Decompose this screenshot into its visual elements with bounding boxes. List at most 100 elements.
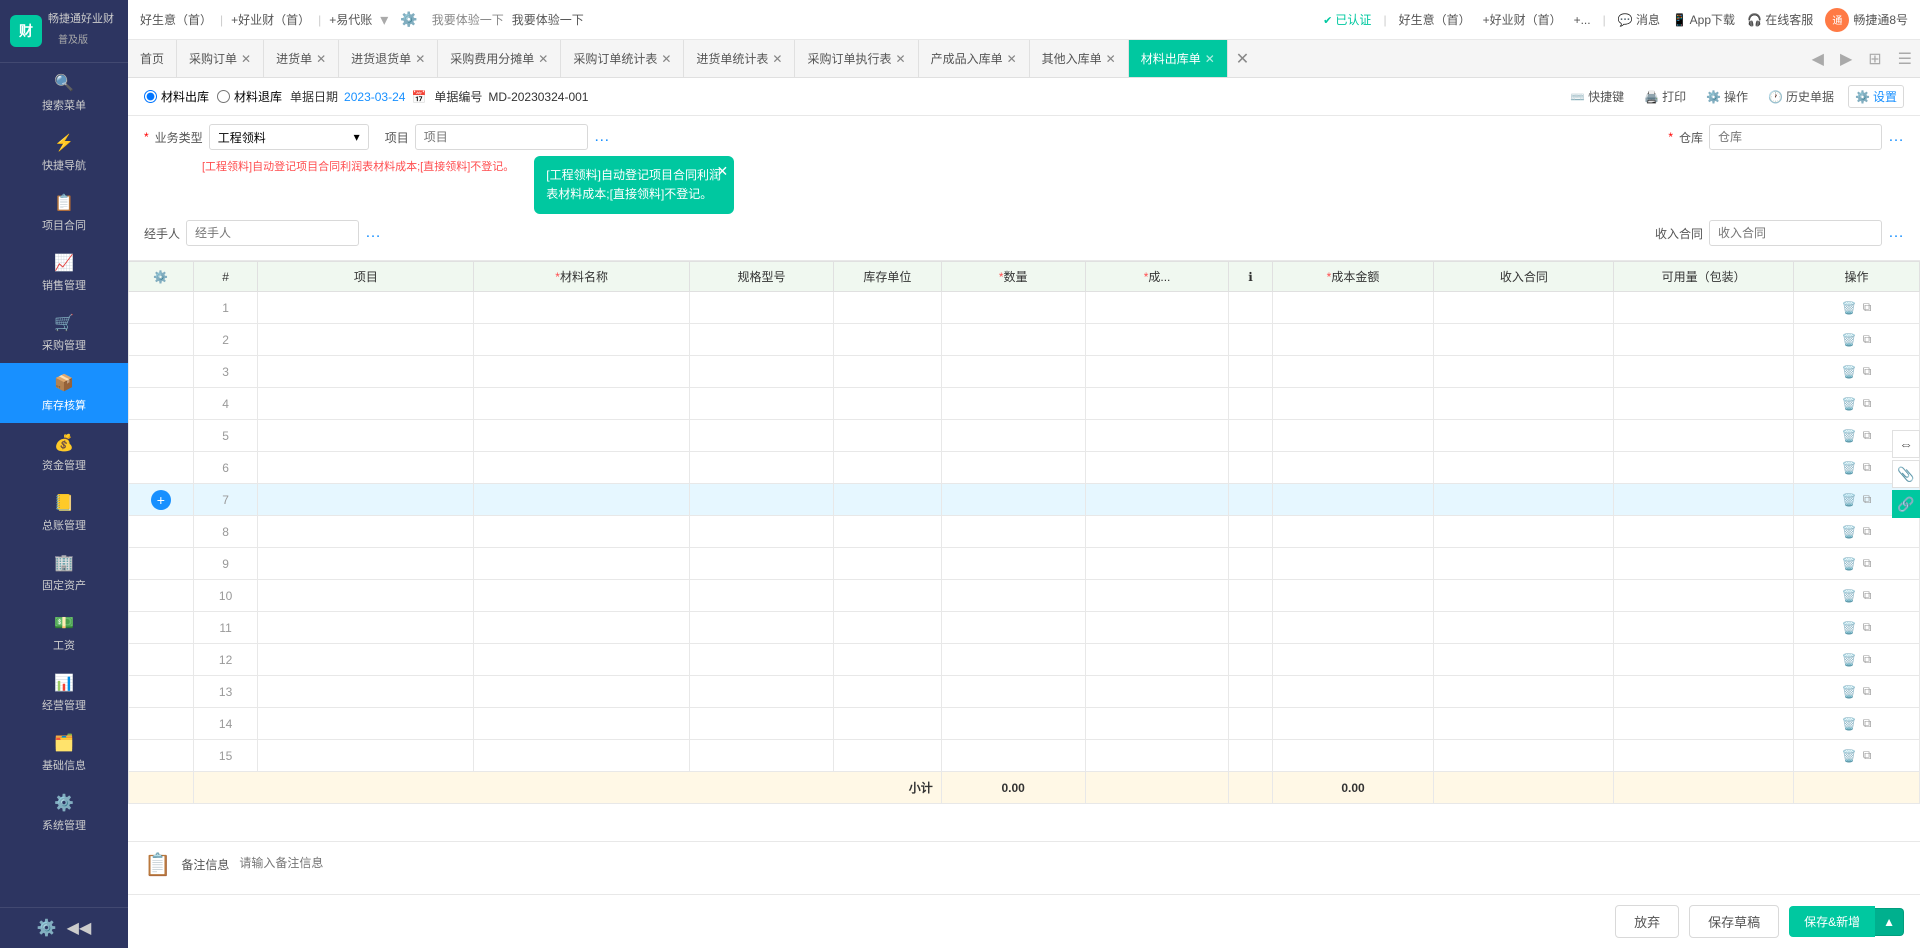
row-cost-cell[interactable] bbox=[1085, 388, 1229, 420]
row-qty-cell[interactable] bbox=[941, 324, 1085, 356]
row-income-cell[interactable] bbox=[1434, 452, 1614, 484]
row-spec-cell[interactable] bbox=[690, 516, 834, 548]
row-income-cell[interactable] bbox=[1434, 292, 1614, 324]
row-material-cell[interactable] bbox=[474, 324, 690, 356]
row-income-cell[interactable] bbox=[1434, 740, 1614, 772]
row-material-cell[interactable] bbox=[474, 516, 690, 548]
row-cost-cell[interactable] bbox=[1085, 292, 1229, 324]
row-qty-cell[interactable] bbox=[941, 612, 1085, 644]
row-unit-cell[interactable] bbox=[833, 324, 941, 356]
agent-input[interactable] bbox=[186, 220, 359, 246]
topbar-home-link[interactable]: 好生意（首） bbox=[1399, 11, 1471, 28]
row-material-cell[interactable] bbox=[474, 644, 690, 676]
row-unit-cell[interactable] bbox=[833, 740, 941, 772]
row-avail-cell[interactable] bbox=[1614, 644, 1794, 676]
row-project-cell[interactable] bbox=[258, 612, 474, 644]
delete-row-icon[interactable]: 🗑️ bbox=[1842, 557, 1857, 571]
row-qty-cell[interactable] bbox=[941, 292, 1085, 324]
sidebar-item-accounting[interactable]: 📒 总账管理 bbox=[0, 483, 128, 543]
row-costamt-cell[interactable] bbox=[1272, 516, 1434, 548]
sidebar-item-payroll[interactable]: 💵 工资 bbox=[0, 603, 128, 663]
copy-row-icon[interactable]: ⧉ bbox=[1863, 524, 1872, 539]
topbar-try-label[interactable]: 我要体验一下 bbox=[512, 11, 584, 28]
row-spec-cell[interactable] bbox=[690, 676, 834, 708]
copy-row-icon[interactable]: ⧉ bbox=[1863, 620, 1872, 635]
biz-type-select[interactable]: 工程领料 ▾ bbox=[209, 124, 369, 150]
sidebar-item-inventory[interactable]: 📦 库存核算 bbox=[0, 363, 128, 423]
row-material-cell[interactable] bbox=[474, 388, 690, 420]
row-unit-cell[interactable] bbox=[833, 708, 941, 740]
online-service-btn[interactable]: 🎧 在线客服 bbox=[1747, 11, 1813, 28]
tab-nav-next[interactable]: ▶ bbox=[1832, 49, 1860, 69]
tab-purchase-exec-close[interactable]: ✕ bbox=[896, 52, 906, 66]
topbar-dropdown-icon[interactable]: ▾ bbox=[380, 10, 388, 30]
row-unit-cell[interactable] bbox=[833, 388, 941, 420]
sidebar-item-basic[interactable]: 🗂️ 基础信息 bbox=[0, 723, 128, 783]
row-costamt-cell[interactable] bbox=[1272, 676, 1434, 708]
row-unit-cell[interactable] bbox=[833, 420, 941, 452]
row-unit-cell[interactable] bbox=[833, 580, 941, 612]
row-unit-cell[interactable] bbox=[833, 516, 941, 548]
row-project-cell[interactable] bbox=[258, 452, 474, 484]
row-costamt-cell[interactable] bbox=[1272, 484, 1434, 516]
row-qty-cell[interactable] bbox=[941, 516, 1085, 548]
copy-row-icon[interactable]: ⧉ bbox=[1863, 684, 1872, 699]
row-qty-cell[interactable] bbox=[941, 452, 1085, 484]
row-qty-cell[interactable] bbox=[941, 388, 1085, 420]
copy-row-icon[interactable]: ⧉ bbox=[1863, 428, 1872, 443]
tab-list-view-icon[interactable]: ☰ bbox=[1890, 49, 1920, 69]
row-spec-cell[interactable] bbox=[690, 356, 834, 388]
operation-btn[interactable]: ⚙️ 操作 bbox=[1700, 86, 1754, 107]
row-spec-cell[interactable] bbox=[690, 292, 834, 324]
row-spec-cell[interactable] bbox=[690, 452, 834, 484]
sidebar-item-assets[interactable]: 🏢 固定资产 bbox=[0, 543, 128, 603]
row-unit-cell[interactable] bbox=[833, 612, 941, 644]
row-cost-cell[interactable] bbox=[1085, 356, 1229, 388]
row-project-input[interactable] bbox=[262, 493, 469, 507]
row-spec-cell[interactable] bbox=[690, 740, 834, 772]
radio-material-out[interactable]: 材料出库 bbox=[144, 88, 209, 105]
row-cost-cell[interactable] bbox=[1085, 740, 1229, 772]
delete-row-icon[interactable]: 🗑️ bbox=[1842, 653, 1857, 667]
delete-row-icon[interactable]: 🗑️ bbox=[1842, 589, 1857, 603]
row-material-cell[interactable] bbox=[474, 420, 690, 452]
row-income-cell[interactable] bbox=[1434, 516, 1614, 548]
save-draft-button[interactable]: 保存草稿 bbox=[1689, 905, 1779, 938]
discard-button[interactable]: 放弃 bbox=[1615, 905, 1679, 938]
topbar-more-link[interactable]: +... bbox=[1574, 13, 1591, 27]
sidebar-collapse-icon[interactable]: ◀◀ bbox=[67, 918, 92, 938]
row-project-cell[interactable] bbox=[258, 484, 474, 516]
tab-purchase-stat[interactable]: 采购订单统计表 ✕ bbox=[561, 40, 684, 78]
row-project-cell[interactable] bbox=[258, 580, 474, 612]
copy-row-icon[interactable]: ⧉ bbox=[1863, 300, 1872, 315]
sidebar-item-finance[interactable]: 💰 资金管理 bbox=[0, 423, 128, 483]
right-btn-clip[interactable]: 📎 bbox=[1892, 460, 1920, 488]
warehouse-input[interactable] bbox=[1709, 124, 1882, 150]
row-spec-cell[interactable] bbox=[690, 420, 834, 452]
row-project-cell[interactable] bbox=[258, 388, 474, 420]
row-project-cell[interactable] bbox=[258, 292, 474, 324]
copy-row-icon[interactable]: ⧉ bbox=[1863, 652, 1872, 667]
row-project-cell[interactable] bbox=[258, 420, 474, 452]
row-income-cell[interactable] bbox=[1434, 644, 1614, 676]
row-material-cell[interactable] bbox=[474, 580, 690, 612]
row-cost-cell[interactable] bbox=[1085, 676, 1229, 708]
row-avail-cell[interactable] bbox=[1614, 676, 1794, 708]
sidebar-item-project[interactable]: 📋 项目合同 bbox=[0, 183, 128, 243]
row-material-cell[interactable] bbox=[474, 708, 690, 740]
row-unit-cell[interactable] bbox=[833, 676, 941, 708]
row-cost-cell[interactable] bbox=[1085, 644, 1229, 676]
row-material-cell[interactable] bbox=[474, 740, 690, 772]
delete-row-icon[interactable]: 🗑️ bbox=[1842, 365, 1857, 379]
project-input[interactable] bbox=[415, 124, 588, 150]
tab-purchase-stat-close[interactable]: ✕ bbox=[661, 52, 671, 66]
row-cost-cell[interactable] bbox=[1085, 516, 1229, 548]
row-cost-cell[interactable] bbox=[1085, 612, 1229, 644]
warehouse-dots-btn[interactable]: … bbox=[1888, 128, 1904, 146]
delete-row-icon[interactable]: 🗑️ bbox=[1842, 333, 1857, 347]
row-avail-cell[interactable] bbox=[1614, 708, 1794, 740]
row-avail-cell[interactable] bbox=[1614, 292, 1794, 324]
row-avail-cell[interactable] bbox=[1614, 484, 1794, 516]
tab-goods-return-close[interactable]: ✕ bbox=[415, 52, 425, 66]
row-project-cell[interactable] bbox=[258, 740, 474, 772]
